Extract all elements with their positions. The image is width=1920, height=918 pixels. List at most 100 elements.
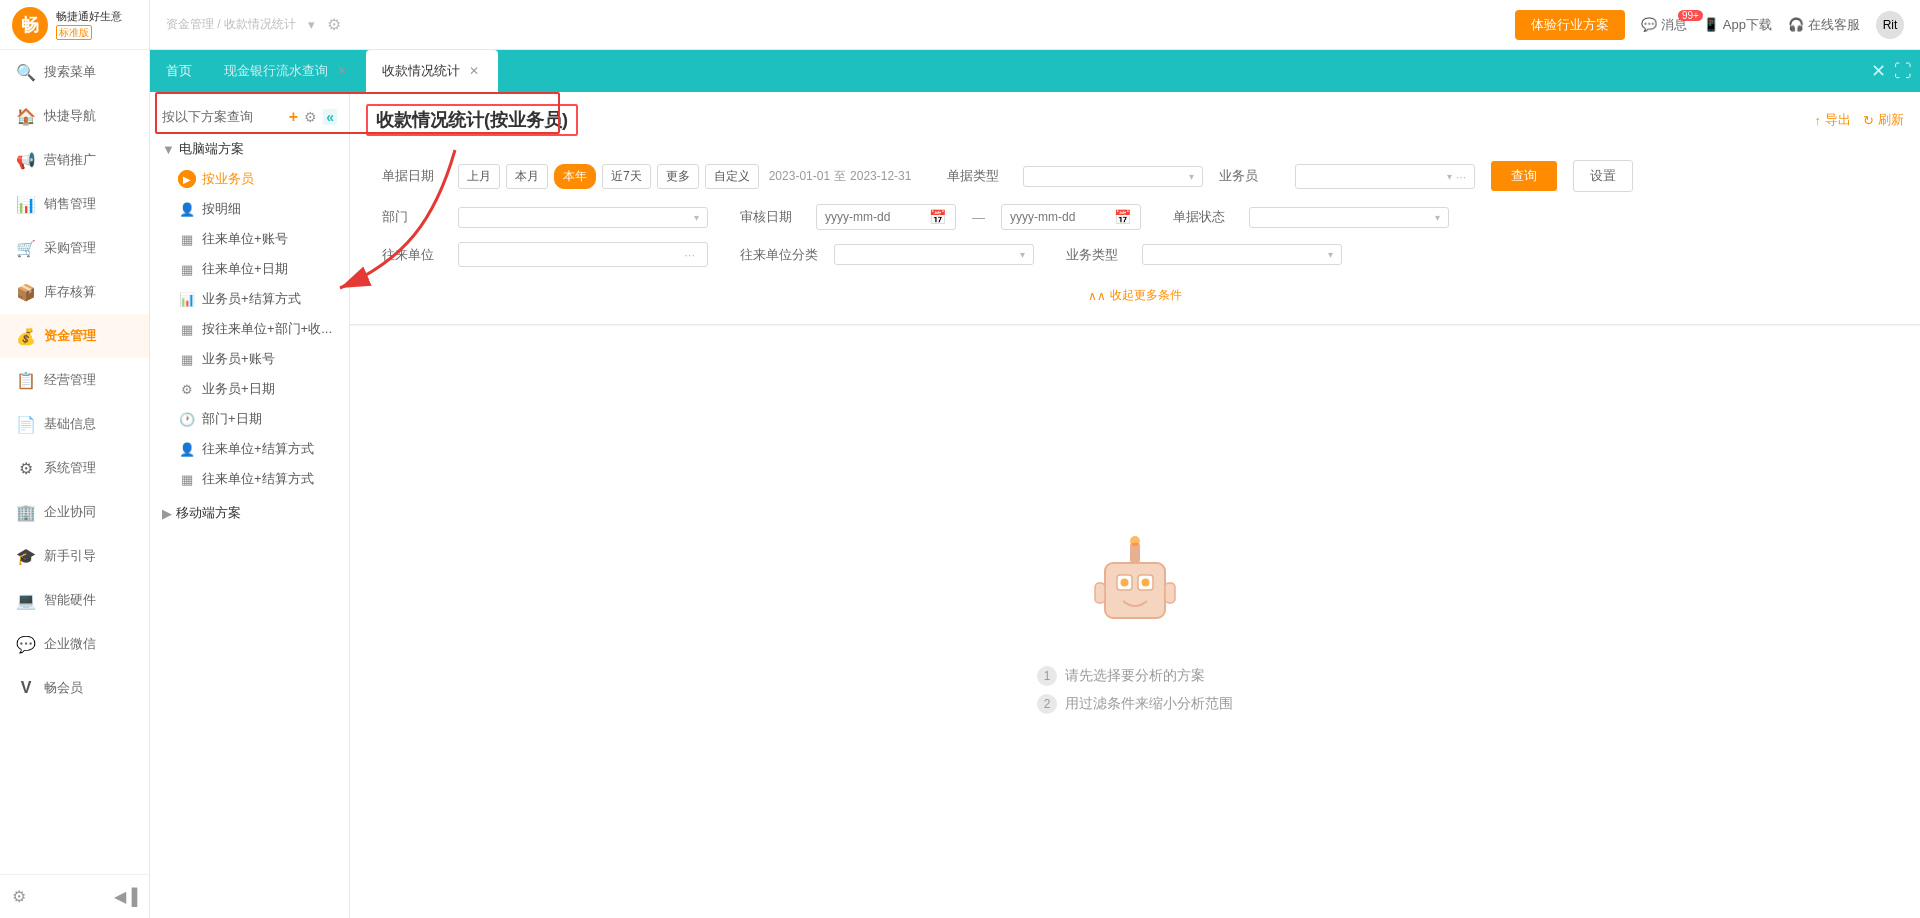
sidebar-item-inventory[interactable]: 📦 库存核算 (0, 270, 149, 314)
biz-type-label: 业务类型 (1066, 246, 1126, 264)
sidebar-item-marketing[interactable]: 📢 营销推广 (0, 138, 149, 182)
date-btn-more[interactable]: 更多 (657, 164, 699, 189)
customer-more-icon[interactable]: ··· (680, 247, 699, 262)
salesperson-select[interactable]: ▾ ··· (1295, 164, 1475, 189)
scheme-item-customer-account[interactable]: ▦ 往来单位+账号 (150, 224, 349, 254)
purchase-icon: 🛒 (16, 238, 36, 258)
tab-expand-icon[interactable]: ⛶ (1894, 61, 1912, 82)
scheme-add-icon[interactable]: + (289, 108, 298, 126)
sidebar-item-member[interactable]: V 畅会员 (0, 666, 149, 710)
logo-text: 畅捷通好生意 标准版 (56, 9, 122, 41)
svg-point-5 (1121, 578, 1129, 586)
date-btn-7days[interactable]: 近7天 (602, 164, 651, 189)
date-btn-this-year[interactable]: 本年 (554, 164, 596, 189)
scheme-item-customer-date[interactable]: ▦ 往来单位+日期 (150, 254, 349, 284)
tab-bar-end: ✕ ⛶ (1871, 60, 1920, 82)
tab-collection-stats-close[interactable]: ✕ (466, 63, 482, 79)
audit-start-cal-icon[interactable]: 📅 (929, 209, 946, 225)
biz-type-select[interactable]: ▾ (1142, 244, 1342, 265)
salesperson-date-icon: ⚙ (178, 380, 196, 398)
online-service-btn[interactable]: 🎧 在线客服 (1788, 16, 1860, 34)
top-header: 资金管理 / 收款情况统计 ▾ ⚙ 体验行业方案 💬 消息 99+ 📱 App下… (150, 0, 1920, 50)
empty-area: 1 请先选择要分析的方案 2 用过滤条件来缩小分析范围 (350, 326, 1920, 918)
scheme-item-salesperson-account[interactable]: ▦ 业务员+账号 (150, 344, 349, 374)
sidebar-item-basicinfo[interactable]: 📄 基础信息 (0, 402, 149, 446)
scheme-group-pc-header[interactable]: ▼ 电脑端方案 (150, 134, 349, 164)
empty-svg (1075, 523, 1195, 643)
customer-select[interactable]: ··· (458, 242, 708, 267)
scheme-item-salesperson-date[interactable]: ⚙ 业务员+日期 (150, 374, 349, 404)
collapse-icon: ∧∧ (1088, 289, 1106, 303)
scheme-header: 按以下方案查询 + ⚙ « (150, 104, 349, 134)
marketing-icon: 📢 (16, 150, 36, 170)
app-download-btn[interactable]: 📱 App下载 (1703, 16, 1772, 34)
audit-end-input[interactable]: 📅 (1001, 204, 1141, 230)
sidebar-item-purchase[interactable]: 🛒 采购管理 (0, 226, 149, 270)
inventory-icon: 📦 (16, 282, 36, 302)
date-btn-last-month[interactable]: 上月 (458, 164, 500, 189)
scheme-item-customer-dept[interactable]: ▦ 按往来单位+部门+收... (150, 314, 349, 344)
sidebar-collapse-icon[interactable]: ◀▐ (114, 887, 137, 906)
user-avatar[interactable]: Rit (1876, 11, 1904, 39)
tab-bank-flow-close[interactable]: ✕ (334, 63, 350, 79)
status-select[interactable]: ▾ (1249, 207, 1449, 228)
main-area: 资金管理 / 收款情况统计 ▾ ⚙ 体验行业方案 💬 消息 99+ 📱 App下… (150, 0, 1920, 918)
sidebar-item-wechat[interactable]: 💬 企业微信 (0, 622, 149, 666)
export-btn[interactable]: ↑ 导出 (1815, 111, 1852, 129)
audit-date-label: 审核日期 (740, 208, 800, 226)
query-btn[interactable]: 查询 (1491, 161, 1557, 191)
scheme-item-by-detail[interactable]: 👤 按明细 (150, 194, 349, 224)
scheme-item-by-salesperson[interactable]: ▶ 按业务员 (150, 164, 349, 194)
scheme-settings-icon[interactable]: ⚙ (304, 109, 317, 125)
filter-area: 单据日期 上月 本月 本年 近7天 更多 自定义 2023-01-01 至 (366, 148, 1904, 324)
sidebar-item-hardware[interactable]: 💻 智能硬件 (0, 578, 149, 622)
sidebar-item-search[interactable]: 🔍 搜索菜单 (0, 50, 149, 94)
page-title: 收款情况统计(按业务员) (366, 104, 578, 136)
pc-group-arrow: ▼ (162, 142, 175, 157)
sidebar-item-finance[interactable]: 💰 资金管理 (0, 314, 149, 358)
message-icon: 💬 (1641, 17, 1657, 32)
tip-2-num: 2 (1037, 694, 1057, 714)
salesperson-more-icon[interactable]: ··· (1456, 169, 1467, 184)
scheme-collapse-icon[interactable]: « (323, 109, 337, 125)
tab-close-all-icon[interactable]: ✕ (1871, 60, 1886, 82)
tab-home[interactable]: 首页 (150, 62, 208, 80)
salesperson-icon: ▶ (178, 170, 196, 188)
messages-btn[interactable]: 💬 消息 99+ (1641, 16, 1687, 34)
trial-btn[interactable]: 体验行业方案 (1515, 10, 1625, 40)
tab-collection-stats[interactable]: 收款情况统计 ✕ (366, 50, 498, 92)
search-menu-icon: 🔍 (16, 62, 36, 82)
header-dropdown-icon[interactable]: ▾ (308, 17, 315, 32)
audit-start-input[interactable]: 📅 (816, 204, 956, 230)
sidebar-settings-icon[interactable]: ⚙ (12, 887, 26, 906)
scheme-actions: + ⚙ « (289, 108, 337, 126)
sidebar-logo: 畅 畅捷通好生意 标准版 (0, 0, 149, 50)
category-select[interactable]: ▾ (1023, 166, 1203, 187)
sidebar-footer: ⚙ ◀▐ (0, 874, 149, 918)
collapse-filter-btn[interactable]: ∧∧ 收起更多条件 (382, 279, 1888, 312)
settings-btn[interactable]: 设置 (1573, 160, 1633, 192)
refresh-btn[interactable]: ↻ 刷新 (1863, 111, 1904, 129)
sidebar-item-enterprise[interactable]: 🏢 企业协同 (0, 490, 149, 534)
sidebar-item-system[interactable]: ⚙ 系统管理 (0, 446, 149, 490)
sidebar-item-operation[interactable]: 📋 经营管理 (0, 358, 149, 402)
empty-illustration (1075, 523, 1195, 646)
sidebar-item-quicknav[interactable]: 🏠 快捷导航 (0, 94, 149, 138)
header-settings-icon[interactable]: ⚙ (327, 15, 341, 34)
sidebar-item-sales[interactable]: 📊 销售管理 (0, 182, 149, 226)
salesperson-account-icon: ▦ (178, 350, 196, 368)
scheme-item-customer-settlement1[interactable]: 👤 往来单位+结算方式 (150, 434, 349, 464)
scheme-item-dept-date[interactable]: 🕐 部门+日期 (150, 404, 349, 434)
svg-text:▶: ▶ (183, 174, 191, 185)
cs1-icon: 👤 (178, 440, 196, 458)
date-btn-custom[interactable]: 自定义 (705, 164, 759, 189)
date-btn-this-month[interactable]: 本月 (506, 164, 548, 189)
tab-bank-flow[interactable]: 现金银行流水查询 ✕ (208, 50, 366, 92)
scheme-item-customer-settlement2[interactable]: ▦ 往来单位+结算方式 (150, 464, 349, 494)
audit-end-cal-icon[interactable]: 📅 (1114, 209, 1131, 225)
scheme-group-mobile-header[interactable]: ▶ 移动端方案 (150, 498, 349, 528)
sidebar-item-guide[interactable]: 🎓 新手引导 (0, 534, 149, 578)
dept-select[interactable]: ▾ (458, 207, 708, 228)
scheme-item-salesperson-settlement[interactable]: 📊 业务员+结算方式 (150, 284, 349, 314)
customer-classify-select[interactable]: ▾ (834, 244, 1034, 265)
